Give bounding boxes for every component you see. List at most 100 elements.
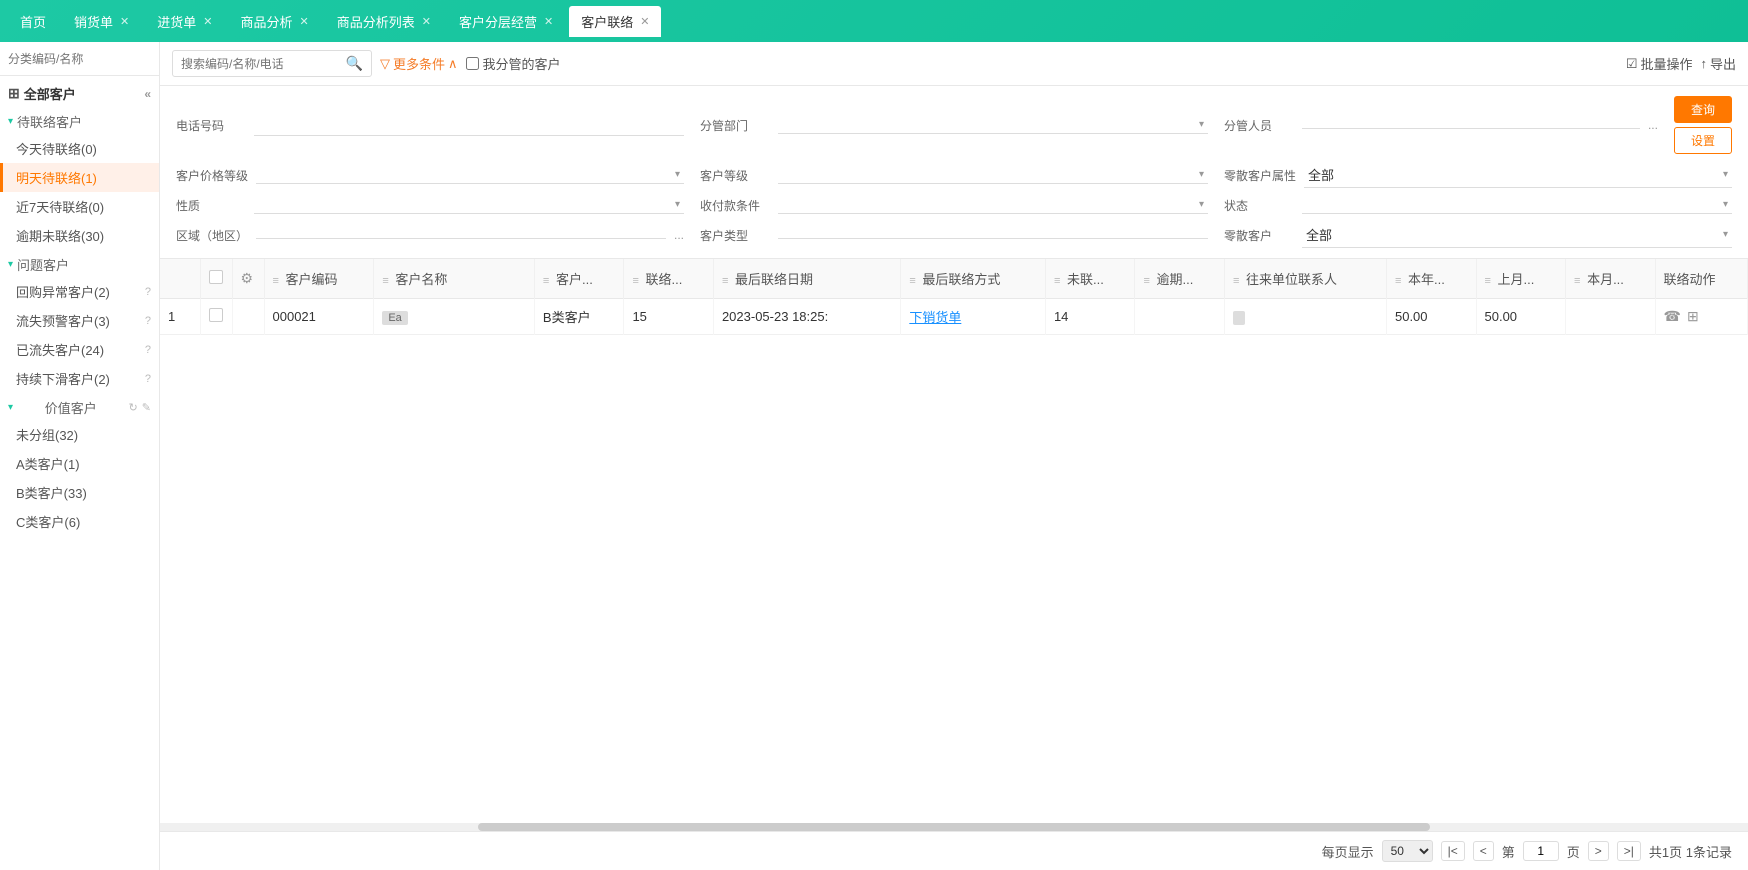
th-last-contact-method[interactable]: ≡ 最后联络方式 bbox=[901, 259, 1046, 299]
filter-region-select[interactable] bbox=[256, 232, 666, 239]
th-partner-contact[interactable]: ≡ 往来单位联系人 bbox=[1224, 259, 1386, 299]
sort-icon-this-month: ≡ bbox=[1574, 275, 1580, 287]
th-customer-type[interactable]: ≡ 客户... bbox=[534, 259, 624, 299]
next-page-button[interactable]: > bbox=[1588, 841, 1609, 861]
nav-sales[interactable]: 销货单 ✕ bbox=[62, 6, 141, 37]
my-customers-checkbox[interactable] bbox=[466, 57, 479, 70]
th-no-contact[interactable]: ≡ 未联... bbox=[1045, 259, 1135, 299]
sidebar-item-repurchase-abnormal[interactable]: 回购异常客户(2) ? bbox=[0, 277, 159, 306]
nav-close-customer-tier[interactable]: ✕ bbox=[544, 15, 553, 28]
export-icon: ↑ bbox=[1700, 56, 1707, 71]
sidebar-item-class-a[interactable]: A类客户(1) bbox=[0, 449, 159, 478]
th-checkbox[interactable] bbox=[200, 259, 232, 299]
export-button[interactable]: ↑ 导出 bbox=[1700, 54, 1736, 73]
sidebar-group-pending-contact[interactable]: 待联络客户 bbox=[0, 107, 159, 134]
sort-icon-method: ≡ bbox=[909, 275, 915, 287]
filter-price-level-select[interactable]: ▾ bbox=[256, 166, 684, 184]
nav-purchase[interactable]: 进货单 ✕ bbox=[145, 6, 224, 37]
filter-retail-customer-select[interactable]: 全部 ▾ bbox=[1302, 222, 1732, 248]
sidebar-item-class-b[interactable]: B类客户(33) bbox=[0, 478, 159, 507]
search-input[interactable] bbox=[181, 57, 346, 71]
nav-home[interactable]: 首页 bbox=[8, 6, 58, 37]
nav-close-customer-contact[interactable]: ✕ bbox=[640, 15, 649, 28]
sidebar-search-input[interactable] bbox=[8, 52, 160, 66]
scrollbar-thumb[interactable] bbox=[478, 823, 1431, 831]
th-gear[interactable]: ⚙ bbox=[232, 259, 264, 299]
th-last-contact-date[interactable]: ≡ 最后联络日期 bbox=[713, 259, 900, 299]
first-page-button[interactable]: |< bbox=[1441, 841, 1465, 861]
action-icons-container: ☎ ⊞ bbox=[1664, 308, 1739, 325]
filter-payment-label: 收付款条件 bbox=[700, 197, 770, 214]
sidebar-collapse-button[interactable]: « bbox=[144, 87, 151, 101]
phone-action-icon[interactable]: ☎ bbox=[1664, 308, 1681, 325]
horizontal-scrollbar[interactable] bbox=[160, 823, 1748, 831]
column-settings-icon[interactable]: ⚙ bbox=[241, 270, 254, 286]
filter-retail-attr-select[interactable]: 全部 ▾ bbox=[1304, 162, 1732, 188]
filter-customer-level-select[interactable]: ▾ bbox=[778, 166, 1208, 184]
prev-page-button[interactable]: < bbox=[1473, 841, 1494, 861]
page-label: 第 bbox=[1502, 842, 1515, 861]
edit-icon-value[interactable]: ✎ bbox=[142, 401, 151, 414]
nav-customer-contact[interactable]: 客户联络 ✕ bbox=[569, 6, 661, 37]
th-contact-action[interactable]: 联络动作 bbox=[1655, 259, 1747, 299]
th-contact[interactable]: ≡ 联络... bbox=[624, 259, 714, 299]
th-seq bbox=[160, 259, 200, 299]
nav-close-goods-analysis-list[interactable]: ✕ bbox=[422, 15, 431, 28]
query-button[interactable]: 查询 bbox=[1674, 96, 1732, 123]
more-action-icon[interactable]: ⊞ bbox=[1687, 308, 1699, 325]
settings-button[interactable]: 设置 bbox=[1674, 127, 1732, 154]
row-checkbox[interactable] bbox=[209, 308, 223, 322]
more-filters-button[interactable]: ▽ 更多条件 ∧ bbox=[380, 54, 458, 73]
last-page-button[interactable]: >| bbox=[1617, 841, 1641, 861]
sidebar-item-tomorrow[interactable]: 明天待联络(1) bbox=[0, 163, 159, 192]
filter-person-dots[interactable]: ... bbox=[1648, 118, 1658, 132]
sidebar-item-today[interactable]: 今天待联络(0) bbox=[0, 134, 159, 163]
th-overdue[interactable]: ≡ 逾期... bbox=[1135, 259, 1225, 299]
filter-dept-select[interactable]: ▾ bbox=[778, 116, 1208, 134]
sidebar-item-class-c[interactable]: C类客户(6) bbox=[0, 507, 159, 536]
nav-goods-analysis-list[interactable]: 商品分析列表 ✕ bbox=[325, 6, 443, 37]
th-last-month[interactable]: ≡ 上月... bbox=[1476, 259, 1566, 299]
sidebar-item-overdue[interactable]: 逾期未联络(30) bbox=[0, 221, 159, 250]
chevron-down-icon-dept: ▾ bbox=[1199, 119, 1204, 130]
sidebar-group-value-customers[interactable]: 价值客户 ↻ ✎ bbox=[0, 393, 159, 420]
td-this-month bbox=[1566, 299, 1656, 335]
filter-phone-input[interactable] bbox=[254, 115, 684, 136]
filter-region-dots[interactable]: ... bbox=[674, 228, 684, 242]
filter-payment-select[interactable]: ▾ bbox=[778, 196, 1208, 214]
chevron-down-icon-payment: ▾ bbox=[1199, 199, 1204, 210]
td-checkbox[interactable] bbox=[200, 299, 232, 335]
table-header-row: ⚙ ≡ 客户编码 ≡ 客户名称 ≡ 客户... bbox=[160, 259, 1748, 299]
select-all-checkbox[interactable] bbox=[209, 270, 223, 284]
last-contact-method-link[interactable]: 下销货单 bbox=[909, 310, 961, 325]
th-this-month[interactable]: ≡ 本月... bbox=[1566, 259, 1656, 299]
nav-close-sales[interactable]: ✕ bbox=[120, 15, 129, 28]
sidebar-item-week[interactable]: 近7天待联络(0) bbox=[0, 192, 159, 221]
sidebar-all-customers[interactable]: ⊞ 全部客户 « bbox=[0, 76, 159, 107]
page-number-input[interactable] bbox=[1523, 841, 1559, 861]
th-this-year[interactable]: ≡ 本年... bbox=[1386, 259, 1476, 299]
my-customers-checkbox-label[interactable]: 我分管的客户 bbox=[466, 54, 561, 73]
sidebar-item-already-lost[interactable]: 已流失客户(24) ? bbox=[0, 335, 159, 364]
nav-goods-analysis[interactable]: 商品分析 ✕ bbox=[228, 6, 320, 37]
sidebar-item-lost-risk[interactable]: 流失预警客户(3) ? bbox=[0, 306, 159, 335]
sort-icon-no-contact: ≡ bbox=[1054, 275, 1060, 287]
sidebar-item-ungrouped[interactable]: 未分组(32) bbox=[0, 420, 159, 449]
nav-customer-tier[interactable]: 客户分层经营 ✕ bbox=[447, 6, 565, 37]
th-customer-code[interactable]: ≡ 客户编码 bbox=[264, 259, 374, 299]
th-customer-name[interactable]: ≡ 客户名称 bbox=[374, 259, 535, 299]
nav-close-goods-analysis[interactable]: ✕ bbox=[300, 15, 309, 28]
filter-person-select[interactable] bbox=[1302, 122, 1640, 129]
filter-nature-select[interactable]: ▾ bbox=[254, 196, 684, 214]
search-icon[interactable]: 🔍 bbox=[346, 55, 363, 72]
filter-status-select[interactable]: ▾ bbox=[1302, 196, 1732, 214]
td-last-contact-method[interactable]: 下销货单 bbox=[901, 299, 1046, 335]
sidebar-item-continuous-down[interactable]: 持续下滑客户(2) ? bbox=[0, 364, 159, 393]
per-page-select[interactable]: 50 100 200 bbox=[1382, 840, 1433, 862]
bulk-action-button[interactable]: ☑ 批量操作 bbox=[1626, 54, 1693, 73]
filter-customer-type-select[interactable] bbox=[778, 232, 1208, 239]
sidebar-group-problem-customers[interactable]: 问题客户 bbox=[0, 250, 159, 277]
td-gear bbox=[232, 299, 264, 335]
nav-close-purchase[interactable]: ✕ bbox=[203, 15, 212, 28]
refresh-icon-value[interactable]: ↻ bbox=[129, 401, 138, 414]
